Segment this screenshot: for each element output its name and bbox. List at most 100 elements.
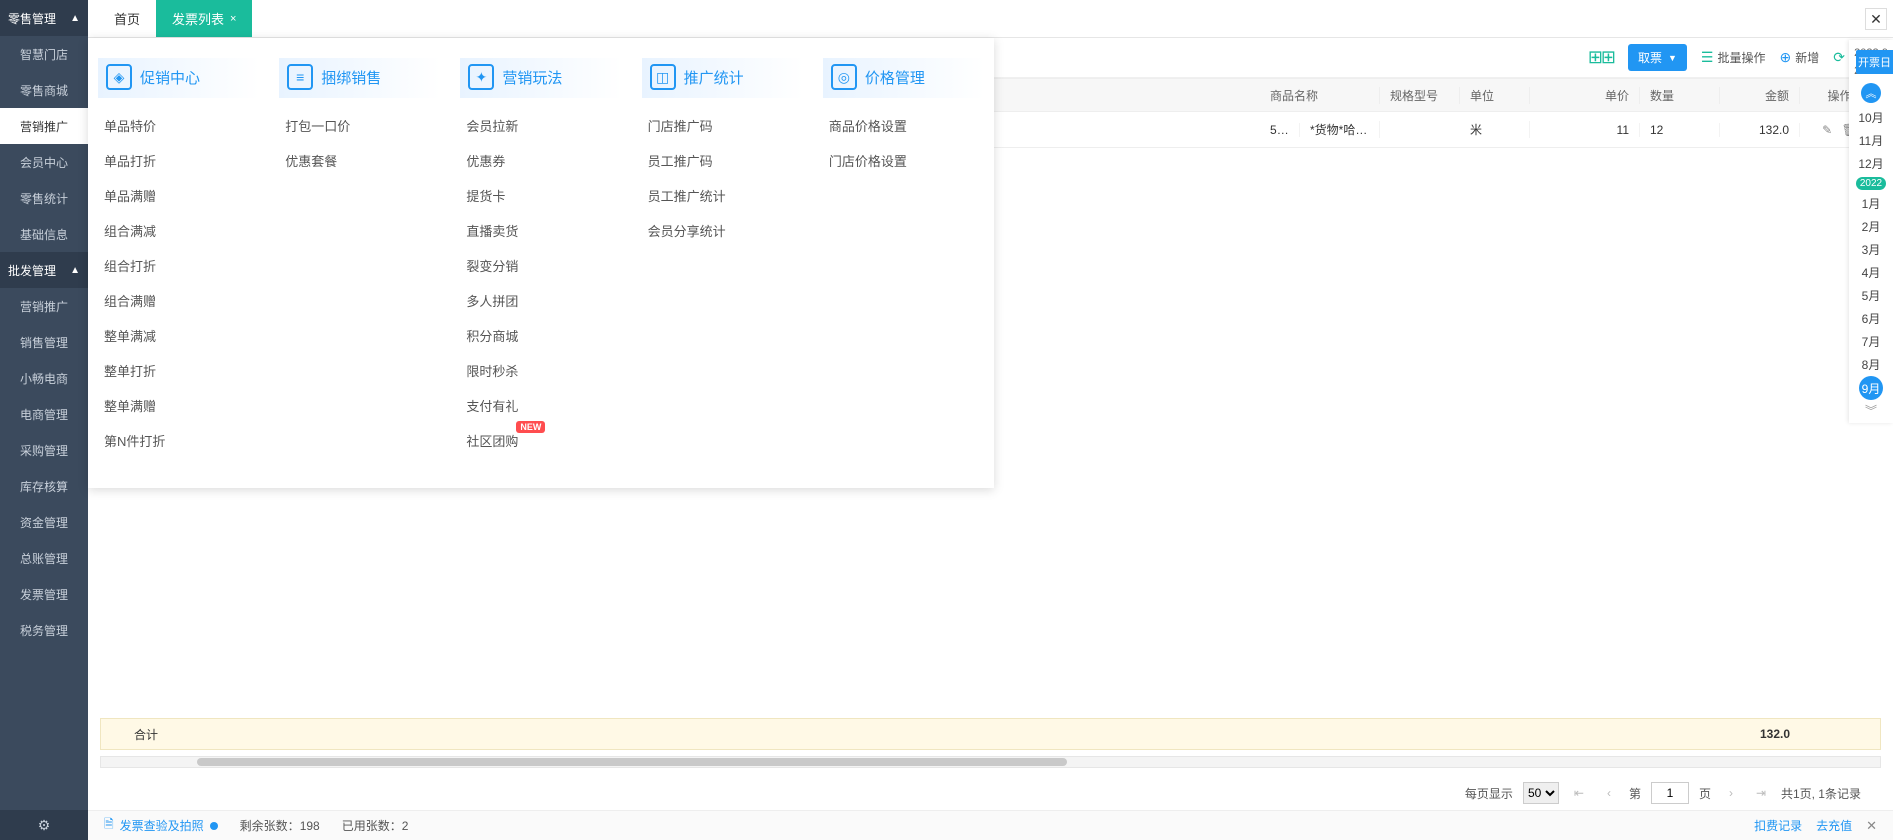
invoice-date-tab[interactable]: 开票日 — [1856, 50, 1893, 74]
page-size-select[interactable]: 50 — [1523, 782, 1559, 804]
verify-link[interactable]: 🗎 发票查验及拍照 — [104, 815, 218, 836]
timeline-month[interactable]: 6月 — [1862, 307, 1881, 330]
qr-icon[interactable]: ⊞⊞ — [1588, 47, 1614, 68]
close-icon[interactable]: ✕ — [1866, 818, 1877, 834]
close-icon[interactable]: × — [230, 13, 236, 25]
horizontal-scrollbar[interactable] — [100, 756, 1881, 768]
mega-link[interactable]: 整单打折 — [98, 353, 259, 388]
mega-link[interactable]: 会员分享统计 — [642, 213, 803, 248]
mega-link[interactable]: 员工推广统计 — [642, 178, 803, 213]
scrollbar-thumb[interactable] — [197, 758, 1067, 766]
timeline-month[interactable]: 11月 — [1859, 129, 1883, 152]
mega-link[interactable]: 多人拼团 — [460, 283, 621, 318]
mega-link[interactable]: 门店价格设置 — [823, 143, 984, 178]
mega-link[interactable]: 优惠套餐 — [279, 143, 440, 178]
timeline-month[interactable]: 10月 — [1858, 106, 1883, 129]
mega-link[interactable]: 整单满赠 — [98, 388, 259, 423]
timeline-month[interactable]: 5月 — [1862, 284, 1881, 307]
sidebar-item-invoice[interactable]: 发票管理 — [0, 576, 88, 612]
sidebar-item-fund[interactable]: 资金管理 — [0, 504, 88, 540]
timeline-month-active[interactable]: 9月 — [1859, 376, 1883, 400]
timeline-month[interactable]: 12月 — [1858, 152, 1883, 175]
sidebar-item-xc-ecom[interactable]: 小畅电商 — [0, 360, 88, 396]
sidebar-item-w-marketing[interactable]: 营销推广 — [0, 288, 88, 324]
mega-link[interactable]: 限时秒杀 — [460, 353, 621, 388]
timeline-month[interactable]: 4月 — [1862, 261, 1881, 284]
sidebar-item-marketing[interactable]: 营销推广 — [0, 108, 88, 144]
mega-link[interactable]: 整单满减 — [98, 318, 259, 353]
page-input[interactable] — [1651, 782, 1689, 804]
edit-icon[interactable]: ✎ — [1822, 123, 1832, 137]
timeline-month[interactable]: 8月 — [1862, 353, 1881, 376]
th-spec[interactable]: 规格型号 — [1380, 87, 1460, 104]
next-page-button[interactable]: › — [1721, 783, 1741, 803]
scroll-down-button[interactable]: ︾ — [1865, 402, 1877, 419]
sidebar-group-wholesale[interactable]: 批发管理 ▲ — [0, 252, 88, 288]
sidebar-item-ecom[interactable]: 电商管理 — [0, 396, 88, 432]
sidebar-item-retailstats[interactable]: 零售统计 — [0, 180, 88, 216]
mega-link[interactable]: 员工推广码 — [642, 143, 803, 178]
mega-link[interactable]: 裂变分销 — [460, 248, 621, 283]
mega-link[interactable]: 会员拉新 — [460, 108, 621, 143]
mega-link[interactable]: 商品价格设置 — [823, 108, 984, 143]
td-name: *货物*哈哈哈哈 — [1300, 121, 1380, 138]
sidebar-item-purchase[interactable]: 采购管理 — [0, 432, 88, 468]
mega-link[interactable]: 组合满赠 — [98, 283, 259, 318]
close-all-tabs[interactable]: ✕ — [1865, 8, 1887, 30]
th-qty[interactable]: 数量 — [1640, 87, 1720, 104]
th-price[interactable]: 单价 — [1530, 87, 1640, 104]
sidebar-item-inventory[interactable]: 库存核算 — [0, 468, 88, 504]
mega-link[interactable]: 组合满减 — [98, 213, 259, 248]
sidebar-item-sales[interactable]: 销售管理 — [0, 324, 88, 360]
scroll-up-button[interactable]: ︽ — [1861, 83, 1881, 103]
sidebar-settings[interactable]: ⚙ — [0, 810, 88, 840]
mega-link[interactable]: 第N件打折 — [98, 423, 259, 458]
prev-page-button[interactable]: ‹ — [1599, 783, 1619, 803]
td-extra: 5.96 — [1260, 123, 1300, 137]
th-amount[interactable]: 金额 — [1720, 87, 1800, 104]
get-invoice-button[interactable]: 取票 ▼ — [1628, 44, 1687, 71]
used-count: 已用张数：2 — [342, 817, 409, 834]
first-page-button[interactable]: ⇤ — [1569, 783, 1589, 803]
timeline-month[interactable]: 7月 — [1862, 330, 1881, 353]
mega-link-community[interactable]: 社区团购NEW — [460, 423, 621, 458]
td-amount: 132.0 — [1720, 123, 1800, 137]
remain-count: 剩余张数：198 — [240, 817, 320, 834]
sidebar-item-baseinfo[interactable]: 基础信息 — [0, 216, 88, 252]
mega-link[interactable]: 单品打折 — [98, 143, 259, 178]
sidebar-group-retail[interactable]: 零售管理 ▲ — [0, 0, 88, 36]
th-unit[interactable]: 单位 — [1460, 87, 1530, 104]
tab-home[interactable]: 首页 — [98, 0, 156, 37]
caret-up-icon: ▲ — [70, 13, 80, 24]
verify-label: 发票查验及拍照 — [120, 817, 204, 834]
deduct-record-link[interactable]: 扣费记录 — [1754, 817, 1802, 834]
sidebar-item-member[interactable]: 会员中心 — [0, 144, 88, 180]
sidebar-item-smartstore[interactable]: 智慧门店 — [0, 36, 88, 72]
tab-invoice-list[interactable]: 发票列表 × — [156, 0, 252, 37]
mega-link[interactable]: 单品满赠 — [98, 178, 259, 213]
close-icon: ✕ — [1870, 11, 1882, 28]
mega-link[interactable]: 提货卡 — [460, 178, 621, 213]
recharge-link[interactable]: 去充值 — [1816, 817, 1852, 834]
timeline-month[interactable]: 2月 — [1862, 215, 1881, 238]
mega-link[interactable]: 优惠券 — [460, 143, 621, 178]
timeline-month[interactable]: 3月 — [1862, 238, 1881, 261]
mega-link[interactable]: 单品特价 — [98, 108, 259, 143]
mega-link[interactable]: 积分商城 — [460, 318, 621, 353]
mega-link[interactable]: 支付有礼 — [460, 388, 621, 423]
timeline-year-badge: 2022 — [1856, 177, 1886, 190]
sidebar-item-retailmall[interactable]: 零售商城 — [0, 72, 88, 108]
mega-link[interactable]: 组合打折 — [98, 248, 259, 283]
mega-link[interactable]: 打包一口价 — [279, 108, 440, 143]
sidebar-item-ledger[interactable]: 总账管理 — [0, 540, 88, 576]
last-page-button[interactable]: ⇥ — [1751, 783, 1771, 803]
mega-link[interactable]: 直播卖货 — [460, 213, 621, 248]
chevron-up-icon: ︽ — [1866, 85, 1877, 101]
new-button[interactable]: ⊕新增 — [1780, 49, 1820, 66]
summary-row: 合计 132.0 — [100, 718, 1881, 750]
sidebar-item-tax[interactable]: 税务管理 — [0, 612, 88, 648]
mega-link[interactable]: 门店推广码 — [642, 108, 803, 143]
timeline-month[interactable]: 1月 — [1862, 192, 1881, 215]
th-name[interactable]: 商品名称 — [1260, 87, 1380, 104]
batch-button[interactable]: ☰批量操作 — [1701, 49, 1766, 66]
